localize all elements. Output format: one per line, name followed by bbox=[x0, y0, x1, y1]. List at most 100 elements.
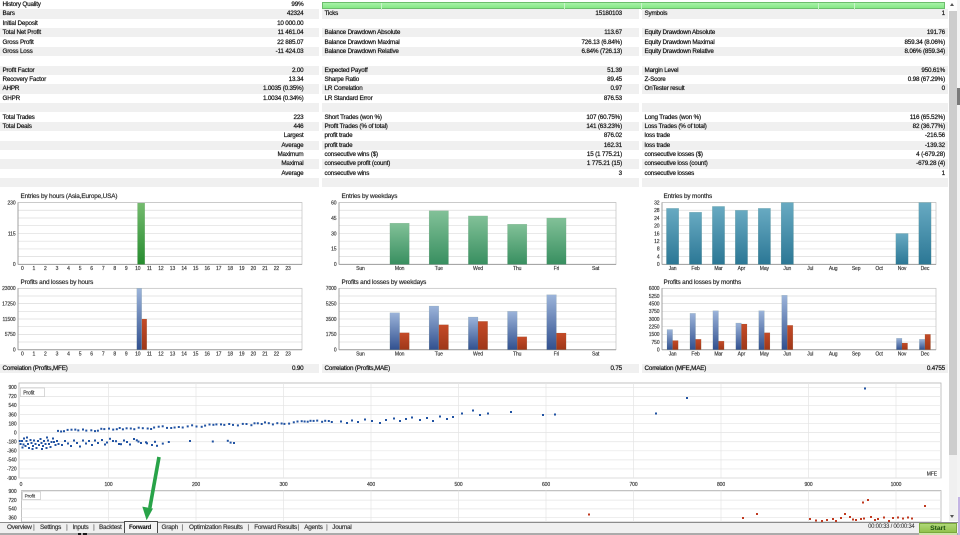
svg-text:3500: 3500 bbox=[326, 317, 337, 323]
svg-text:800: 800 bbox=[717, 482, 725, 488]
svg-text:900: 900 bbox=[804, 482, 812, 488]
svg-text:900: 900 bbox=[8, 385, 16, 391]
svg-text:Fri: Fri bbox=[554, 266, 560, 272]
svg-text:Sep: Sep bbox=[852, 266, 861, 272]
svg-text:Feb: Feb bbox=[691, 266, 700, 272]
svg-text:8: 8 bbox=[113, 266, 116, 272]
svg-text:4: 4 bbox=[67, 352, 70, 358]
svg-text:Apr: Apr bbox=[738, 266, 746, 272]
svg-text:Sat: Sat bbox=[592, 352, 600, 358]
svg-text:Dec: Dec bbox=[921, 266, 930, 272]
svg-text:300: 300 bbox=[279, 482, 287, 488]
svg-text:1750: 1750 bbox=[326, 332, 337, 338]
svg-text:Mon: Mon bbox=[395, 266, 405, 272]
svg-text:1500: 1500 bbox=[649, 332, 660, 338]
svg-text:22: 22 bbox=[274, 352, 280, 358]
svg-text:Thu: Thu bbox=[513, 266, 522, 272]
svg-text:Aug: Aug bbox=[829, 352, 838, 358]
svg-text:17: 17 bbox=[216, 352, 222, 358]
svg-text:540: 540 bbox=[8, 507, 16, 513]
svg-text:0: 0 bbox=[20, 482, 23, 488]
svg-text:100: 100 bbox=[104, 482, 112, 488]
svg-text:May: May bbox=[760, 266, 770, 272]
svg-text:16: 16 bbox=[204, 352, 210, 358]
svg-text:6: 6 bbox=[90, 352, 93, 358]
svg-text:Tue: Tue bbox=[435, 266, 443, 272]
svg-text:21: 21 bbox=[262, 352, 268, 358]
svg-text:Profits and losses by weekdays: Profits and losses by weekdays bbox=[342, 279, 427, 286]
svg-text:Profit: Profit bbox=[25, 494, 36, 499]
svg-text:Entries by hours (Asia,Europe,: Entries by hours (Asia,Europe,USA) bbox=[21, 193, 118, 200]
svg-text:2250: 2250 bbox=[649, 324, 660, 330]
svg-text:500: 500 bbox=[454, 482, 462, 488]
svg-text:2: 2 bbox=[44, 352, 47, 358]
svg-text:-900: -900 bbox=[7, 476, 17, 482]
svg-text:12: 12 bbox=[654, 239, 660, 245]
svg-text:-180: -180 bbox=[7, 440, 17, 446]
svg-text:19: 19 bbox=[239, 266, 245, 272]
svg-text:60: 60 bbox=[331, 200, 337, 206]
svg-text:-540: -540 bbox=[7, 458, 17, 464]
svg-text:10: 10 bbox=[135, 266, 141, 272]
svg-text:10: 10 bbox=[135, 352, 141, 358]
svg-text:-360: -360 bbox=[7, 449, 17, 455]
svg-text:13: 13 bbox=[170, 352, 176, 358]
svg-text:16: 16 bbox=[204, 266, 210, 272]
svg-text:15: 15 bbox=[193, 266, 199, 272]
svg-text:12: 12 bbox=[158, 352, 164, 358]
svg-text:7: 7 bbox=[102, 266, 105, 272]
svg-text:Sat: Sat bbox=[592, 266, 600, 272]
svg-text:21: 21 bbox=[262, 266, 268, 272]
svg-text:20: 20 bbox=[251, 352, 257, 358]
svg-text:700: 700 bbox=[629, 482, 637, 488]
svg-text:0: 0 bbox=[13, 348, 16, 354]
svg-text:720: 720 bbox=[8, 394, 16, 400]
svg-text:7000: 7000 bbox=[326, 286, 337, 292]
svg-text:8: 8 bbox=[113, 352, 116, 358]
svg-text:540: 540 bbox=[8, 403, 16, 409]
svg-text:0: 0 bbox=[657, 348, 660, 354]
svg-text:Jun: Jun bbox=[783, 266, 791, 272]
svg-text:600: 600 bbox=[542, 482, 550, 488]
svg-text:Sep: Sep bbox=[852, 352, 861, 358]
svg-text:Dec: Dec bbox=[921, 352, 930, 358]
svg-text:20: 20 bbox=[654, 224, 660, 230]
svg-text:5250: 5250 bbox=[326, 301, 337, 307]
svg-text:22: 22 bbox=[274, 266, 280, 272]
svg-text:Mar: Mar bbox=[714, 352, 723, 358]
svg-text:4: 4 bbox=[67, 266, 70, 272]
svg-text:14: 14 bbox=[181, 266, 187, 272]
svg-text:0: 0 bbox=[334, 262, 337, 268]
svg-text:360: 360 bbox=[8, 516, 16, 522]
svg-text:0: 0 bbox=[14, 430, 17, 436]
svg-text:15: 15 bbox=[193, 352, 199, 358]
svg-text:750: 750 bbox=[651, 340, 659, 346]
svg-text:18: 18 bbox=[228, 352, 234, 358]
svg-text:Entries by weekdays: Entries by weekdays bbox=[342, 193, 398, 200]
svg-text:3: 3 bbox=[56, 266, 59, 272]
svg-text:19: 19 bbox=[239, 352, 245, 358]
svg-text:230: 230 bbox=[7, 200, 15, 206]
svg-text:4500: 4500 bbox=[649, 301, 660, 307]
svg-text:MFE: MFE bbox=[927, 472, 938, 478]
svg-text:Jan: Jan bbox=[669, 266, 677, 272]
svg-text:Thu: Thu bbox=[513, 352, 522, 358]
svg-text:3: 3 bbox=[56, 352, 59, 358]
svg-text:17250: 17250 bbox=[2, 301, 16, 307]
svg-text:Mar: Mar bbox=[714, 266, 723, 272]
svg-text:0: 0 bbox=[334, 348, 337, 354]
svg-text:0: 0 bbox=[21, 352, 24, 358]
svg-text:5: 5 bbox=[79, 266, 82, 272]
svg-text:12: 12 bbox=[158, 266, 164, 272]
svg-text:3000: 3000 bbox=[649, 317, 660, 323]
svg-text:Fri: Fri bbox=[554, 352, 560, 358]
svg-text:Jul: Jul bbox=[807, 266, 813, 272]
svg-text:4: 4 bbox=[657, 254, 660, 260]
svg-text:May: May bbox=[760, 352, 770, 358]
svg-text:7: 7 bbox=[102, 352, 105, 358]
svg-text:1000: 1000 bbox=[891, 482, 902, 488]
svg-text:720: 720 bbox=[8, 498, 16, 504]
svg-text:23000: 23000 bbox=[2, 286, 16, 292]
svg-text:5250: 5250 bbox=[649, 294, 660, 300]
svg-text:200: 200 bbox=[192, 482, 200, 488]
